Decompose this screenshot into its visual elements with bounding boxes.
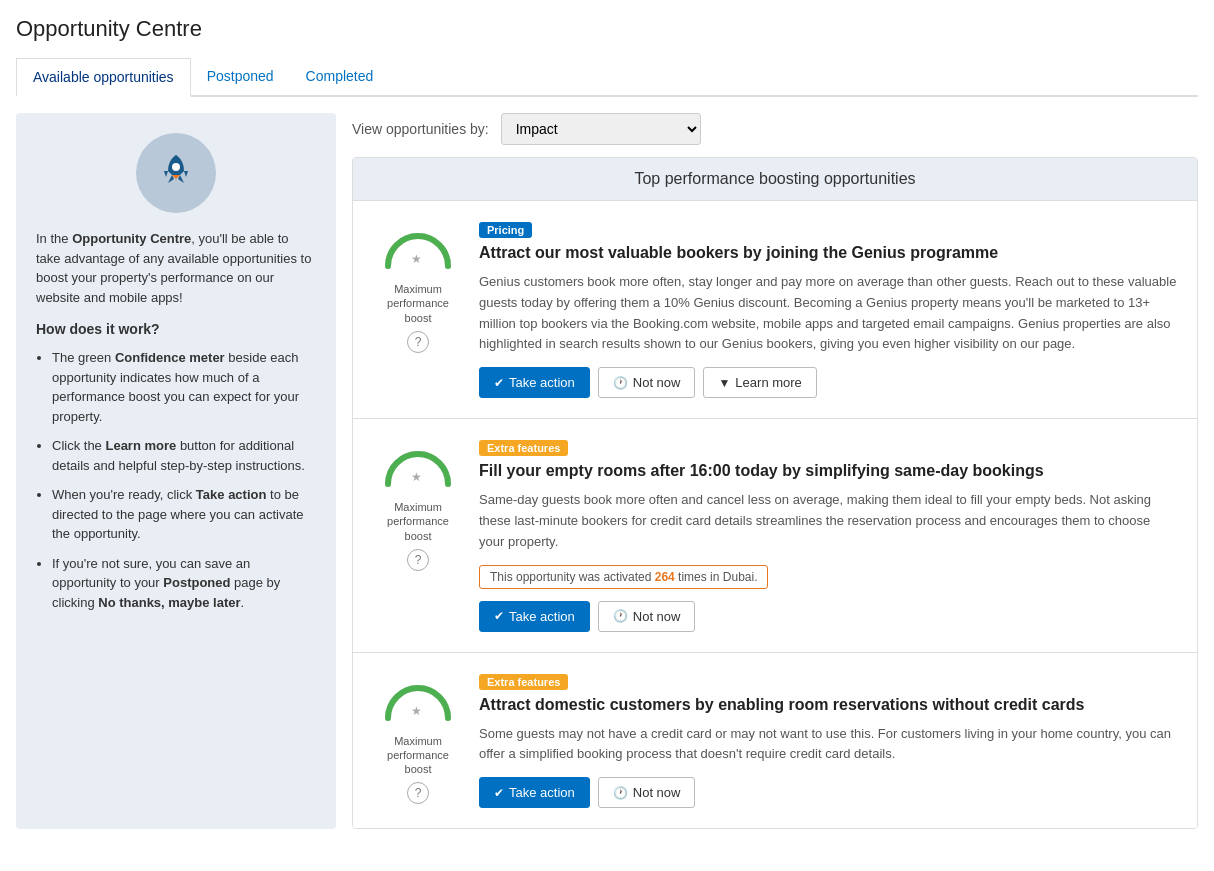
card-title-genius: Attract our most valuable bookers by joi…: [479, 244, 1177, 262]
badge-same-day: Extra features: [479, 440, 568, 456]
clock-icon: 🕐: [613, 376, 628, 390]
badge-genius: Pricing: [479, 222, 532, 238]
card-actions-genius: ✔ Take action 🕐 Not now ▼ Learn more: [479, 367, 1177, 398]
rocket-icon: [154, 151, 198, 195]
not-now-button-domestic[interactable]: 🕐 Not now: [598, 777, 696, 808]
checkmark-icon-3: ✔: [494, 786, 504, 800]
rocket-circle: [136, 133, 216, 213]
content-area: In the Opportunity Centre, you'll be abl…: [16, 113, 1198, 829]
opportunity-card-genius: ★ Maximum performance boost ? Pricing At…: [353, 201, 1197, 419]
sidebar: In the Opportunity Centre, you'll be abl…: [16, 113, 336, 829]
sidebar-icon-area: [36, 133, 316, 213]
opportunity-card-same-day: ★ Maximum performance boost ? Extra feat…: [353, 419, 1197, 652]
take-action-button-domestic[interactable]: ✔ Take action: [479, 777, 590, 808]
take-action-button-genius[interactable]: ✔ Take action: [479, 367, 590, 398]
tabs-container: Available opportunities Postponed Comple…: [16, 58, 1198, 97]
badge-domestic: Extra features: [479, 674, 568, 690]
card-actions-domestic: ✔ Take action 🕐 Not now: [479, 777, 1177, 808]
gauge-info-same-day[interactable]: ?: [407, 549, 429, 571]
gauge-svg: ★: [378, 221, 458, 271]
card-desc-genius: Genius customers book more often, stay l…: [479, 272, 1177, 355]
card-desc-same-day: Same-day guests book more often and canc…: [479, 490, 1177, 552]
gauge-label-genius: Maximum performance boost: [373, 282, 463, 325]
bullet-1: The green Confidence meter beside each o…: [52, 348, 316, 426]
svg-text:★: ★: [411, 252, 422, 266]
gauge-label-same-day: Maximum performance boost: [373, 500, 463, 543]
gauge-info-domestic[interactable]: ?: [407, 782, 429, 804]
opportunity-card-domestic: ★ Maximum performance boost ? Extra feat…: [353, 653, 1197, 829]
gauge-svg-2: ★: [378, 439, 458, 489]
bullet-3: When you're ready, click Take action to …: [52, 485, 316, 544]
gauge-arc-container-3: ★: [378, 673, 458, 728]
gauge-domestic: ★ Maximum performance boost ?: [373, 673, 463, 809]
card-body-domestic: Extra features Attract domestic customer…: [479, 673, 1177, 809]
gauge-info-genius[interactable]: ?: [407, 331, 429, 353]
card-body-genius: Pricing Attract our most valuable booker…: [479, 221, 1177, 398]
alert-same-day: This opportunity was activated 264 times…: [479, 565, 768, 589]
checkmark-icon-2: ✔: [494, 609, 504, 623]
svg-text:★: ★: [411, 704, 422, 718]
tab-completed[interactable]: Completed: [290, 58, 390, 97]
gauge-same-day: ★ Maximum performance boost ?: [373, 439, 463, 631]
view-by-row: View opportunities by: Impact Category D…: [352, 113, 1198, 145]
chevron-down-icon: ▼: [718, 376, 730, 390]
brand-name: Opportunity Centre: [72, 231, 191, 246]
sidebar-bullets: The green Confidence meter beside each o…: [52, 348, 316, 612]
bullet-2: Click the Learn more button for addition…: [52, 436, 316, 475]
card-desc-domestic: Some guests may not have a credit card o…: [479, 724, 1177, 766]
card-body-same-day: Extra features Fill your empty rooms aft…: [479, 439, 1177, 631]
bullet-4: If you're not sure, you can save an oppo…: [52, 554, 316, 613]
not-now-button-genius[interactable]: 🕐 Not now: [598, 367, 696, 398]
card-title-same-day: Fill your empty rooms after 16:00 today …: [479, 462, 1177, 480]
gauge-arc-container-2: ★: [378, 439, 458, 494]
box-header: Top performance boosting opportunities: [353, 158, 1197, 201]
learn-more-button-genius[interactable]: ▼ Learn more: [703, 367, 816, 398]
opportunities-box: Top performance boosting opportunities ★: [352, 157, 1198, 829]
not-now-button-same-day[interactable]: 🕐 Not now: [598, 601, 696, 632]
clock-icon-3: 🕐: [613, 786, 628, 800]
alert-highlight: 264: [655, 570, 675, 584]
checkmark-icon: ✔: [494, 376, 504, 390]
view-by-select[interactable]: Impact Category Date: [501, 113, 701, 145]
gauge-genius: ★ Maximum performance boost ?: [373, 221, 463, 398]
page-title: Opportunity Centre: [16, 16, 1198, 42]
tab-postponed[interactable]: Postponed: [191, 58, 290, 97]
card-actions-same-day: ✔ Take action 🕐 Not now: [479, 601, 1177, 632]
alert-text1: This opportunity was activated: [490, 570, 655, 584]
sidebar-description: In the Opportunity Centre, you'll be abl…: [36, 229, 316, 612]
take-action-button-same-day[interactable]: ✔ Take action: [479, 601, 590, 632]
alert-text2: times in Dubai.: [675, 570, 758, 584]
svg-point-0: [172, 163, 180, 171]
gauge-svg-3: ★: [378, 673, 458, 723]
svg-text:★: ★: [411, 470, 422, 484]
main-area: View opportunities by: Impact Category D…: [352, 113, 1198, 829]
how-title: How does it work?: [36, 319, 316, 340]
card-title-domestic: Attract domestic customers by enabling r…: [479, 696, 1177, 714]
tab-available[interactable]: Available opportunities: [16, 58, 191, 97]
gauge-arc-container: ★: [378, 221, 458, 276]
gauge-label-domestic: Maximum performance boost: [373, 734, 463, 777]
clock-icon-2: 🕐: [613, 609, 628, 623]
view-by-label: View opportunities by:: [352, 121, 489, 137]
